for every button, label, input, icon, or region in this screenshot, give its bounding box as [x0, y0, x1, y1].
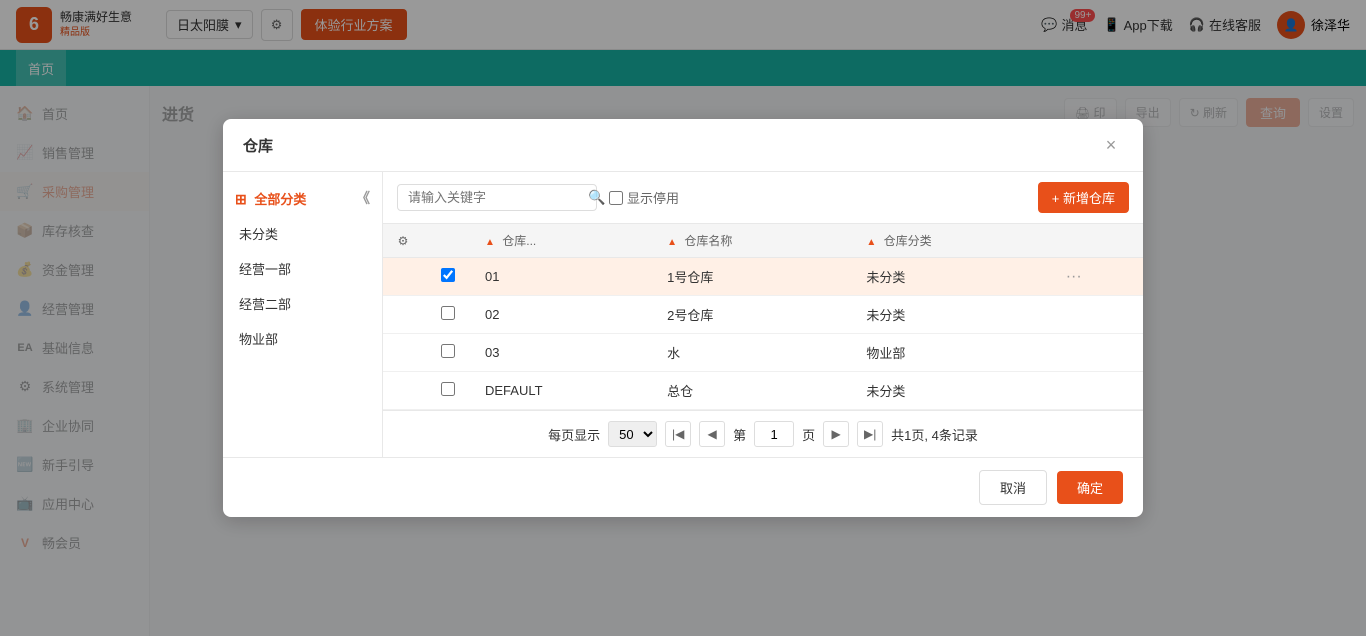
th-no	[423, 224, 473, 258]
th-settings: ⚙	[383, 224, 423, 258]
row-code-3: DEFAULT	[473, 372, 655, 410]
row-no-3	[423, 372, 473, 410]
row-name-2: 水	[655, 334, 854, 372]
table-row[interactable]: 02 2号仓库 未分类	[383, 296, 1143, 334]
modal-title: 仓库	[243, 135, 273, 156]
table-row[interactable]: 01 1号仓库 未分类 ···	[383, 258, 1143, 296]
add-warehouse-button[interactable]: + 新增仓库	[1038, 182, 1129, 213]
warehouse-table: ⚙ ▲ 仓库... ▲ 仓库名称	[383, 224, 1143, 410]
search-box: 🔍	[397, 184, 597, 211]
data-table: ⚙ ▲ 仓库... ▲ 仓库名称	[383, 224, 1143, 410]
category-item-unclassified[interactable]: 未分类	[223, 216, 382, 251]
row-checkbox-1[interactable]	[441, 306, 455, 320]
row-no-2	[423, 334, 473, 372]
row-category-3: 未分类	[854, 372, 1053, 410]
search-icon: 🔍	[588, 189, 605, 206]
page-next-button[interactable]: ▶	[823, 421, 849, 447]
per-page-select[interactable]: 50	[608, 421, 657, 447]
row-category-2: 物业部	[854, 334, 1053, 372]
row-settings-0	[383, 258, 423, 296]
show-disabled-checkbox[interactable]	[609, 191, 623, 205]
th-name[interactable]: ▲ 仓库名称	[655, 224, 854, 258]
pagination-total: 共1页, 4条记录	[891, 425, 978, 444]
row-category-0: 未分类	[854, 258, 1053, 296]
grid-icon: ⊞	[235, 191, 247, 207]
th-category[interactable]: ▲ 仓库分类	[854, 224, 1053, 258]
action-dots-0[interactable]: ···	[1066, 268, 1082, 285]
row-action-1	[1054, 296, 1143, 334]
th-actions	[1054, 224, 1143, 258]
modal-footer: 取消 确定	[223, 457, 1143, 517]
row-code-1: 02	[473, 296, 655, 334]
page-first-button[interactable]: |◀	[665, 421, 691, 447]
page-label2: 页	[802, 425, 815, 444]
cancel-button[interactable]: 取消	[979, 470, 1047, 505]
modal-body: ⊞ 全部分类 《 未分类 经营一部 经营二部 物业部	[223, 172, 1143, 457]
category-header: ⊞ 全部分类 《	[223, 180, 382, 216]
pagination-bar: 每页显示 50 |◀ ◀ 第 页 ▶ ▶| 共1页, 4条记录	[383, 410, 1143, 457]
table-area: 🔍 显示停用 + 新增仓库 ⚙	[383, 172, 1143, 457]
row-checkbox-2[interactable]	[441, 344, 455, 358]
row-no-1	[423, 296, 473, 334]
sort-icon-name: ▲	[667, 237, 677, 248]
row-code-0: 01	[473, 258, 655, 296]
table-toolbar: 🔍 显示停用 + 新增仓库	[383, 172, 1143, 224]
sort-icon-code: ▲	[485, 237, 495, 248]
warehouse-modal: 仓库 × ⊞ 全部分类 《 未分类 经营一部	[223, 119, 1143, 517]
row-name-3: 总仓	[655, 372, 854, 410]
row-checkbox-0[interactable]	[441, 268, 455, 282]
row-category-1: 未分类	[854, 296, 1053, 334]
table-row[interactable]: 03 水 物业部	[383, 334, 1143, 372]
confirm-button[interactable]: 确定	[1057, 471, 1123, 504]
search-input[interactable]	[408, 190, 584, 205]
category-item-dept2[interactable]: 经营二部	[223, 286, 382, 321]
row-action-2	[1054, 334, 1143, 372]
row-settings-2	[383, 334, 423, 372]
row-action-0: ···	[1054, 258, 1143, 296]
row-name-1: 2号仓库	[655, 296, 854, 334]
page-number-input[interactable]	[754, 421, 794, 447]
show-disabled-label: 显示停用	[609, 188, 679, 207]
table-row[interactable]: DEFAULT 总仓 未分类	[383, 372, 1143, 410]
category-header-content: ⊞ 全部分类	[235, 189, 306, 208]
category-sidebar: ⊞ 全部分类 《 未分类 经营一部 经营二部 物业部	[223, 172, 383, 457]
category-item-property[interactable]: 物业部	[223, 321, 382, 356]
row-code-2: 03	[473, 334, 655, 372]
page-prev-button[interactable]: ◀	[699, 421, 725, 447]
category-collapse-button[interactable]: 《	[356, 188, 370, 208]
table-body: 01 1号仓库 未分类 ··· 02 2号仓库 未分类 03 水 物业部	[383, 258, 1143, 410]
row-name-0: 1号仓库	[655, 258, 854, 296]
modal-header: 仓库 ×	[223, 119, 1143, 172]
row-settings-1	[383, 296, 423, 334]
row-checkbox-3[interactable]	[441, 382, 455, 396]
category-item-dept1[interactable]: 经营一部	[223, 251, 382, 286]
page-last-button[interactable]: ▶|	[857, 421, 883, 447]
row-settings-3	[383, 372, 423, 410]
sort-icon-category: ▲	[866, 237, 876, 248]
row-no-0	[423, 258, 473, 296]
page-label: 第	[733, 425, 746, 444]
row-action-3	[1054, 372, 1143, 410]
th-code[interactable]: ▲ 仓库...	[473, 224, 655, 258]
modal-overlay: 仓库 × ⊞ 全部分类 《 未分类 经营一部	[0, 0, 1366, 636]
modal-close-button[interactable]: ×	[1099, 133, 1123, 157]
table-header-row: ⚙ ▲ 仓库... ▲ 仓库名称	[383, 224, 1143, 258]
